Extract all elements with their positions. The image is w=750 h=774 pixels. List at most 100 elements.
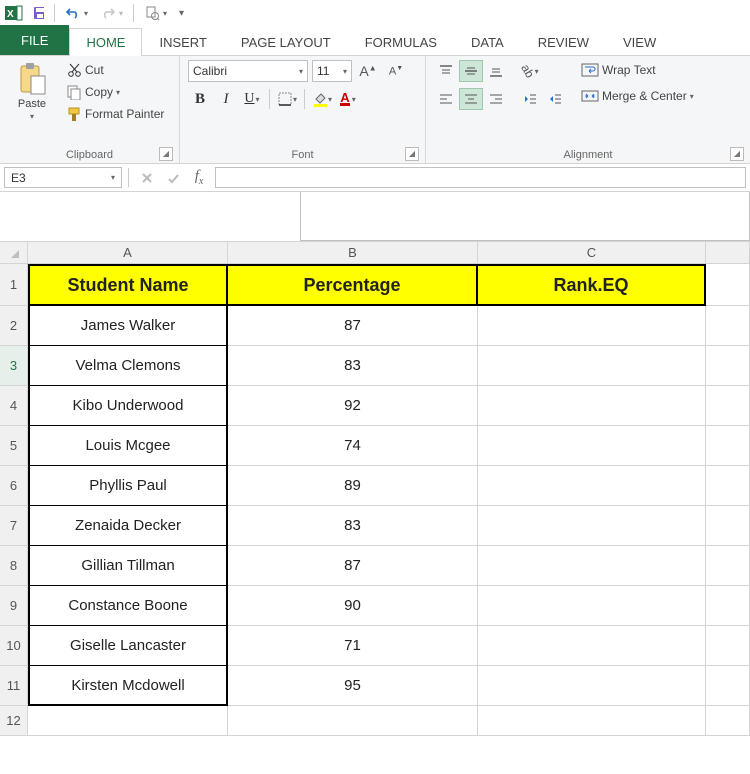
cell-A5[interactable]: Louis Mcgee bbox=[28, 426, 228, 466]
format-painter-button[interactable]: Format Painter bbox=[62, 104, 168, 124]
cell-A9[interactable]: Constance Boone bbox=[28, 586, 228, 626]
decrease-font-button[interactable]: A▼ bbox=[384, 60, 408, 82]
font-size-combo[interactable]: 11▾ bbox=[312, 60, 352, 82]
cell-C3[interactable] bbox=[478, 346, 706, 386]
cell-B11[interactable]: 95 bbox=[228, 666, 478, 706]
increase-indent-button[interactable] bbox=[543, 88, 567, 110]
row-header-5[interactable]: 5 bbox=[0, 426, 28, 466]
merge-center-button[interactable]: Merge & Center▾ bbox=[577, 86, 717, 106]
tab-file[interactable]: FILE bbox=[0, 25, 69, 55]
cell-C9[interactable] bbox=[478, 586, 706, 626]
underline-button[interactable]: U▾ bbox=[240, 88, 264, 110]
cell-A2[interactable]: James Walker bbox=[28, 306, 228, 346]
cell-B1[interactable]: Percentage bbox=[228, 264, 478, 306]
undo-button[interactable]: ▾ bbox=[61, 4, 92, 22]
cell-C7[interactable] bbox=[478, 506, 706, 546]
cancel-formula-button[interactable] bbox=[135, 167, 159, 189]
col-header-A[interactable]: A bbox=[28, 242, 228, 264]
row-header-3[interactable]: 3 bbox=[0, 346, 28, 386]
cell-B2[interactable]: 87 bbox=[228, 306, 478, 346]
row-header-7[interactable]: 7 bbox=[0, 506, 28, 546]
cell-B3[interactable]: 83 bbox=[228, 346, 478, 386]
align-bottom-button[interactable] bbox=[484, 60, 508, 82]
save-icon[interactable] bbox=[28, 3, 48, 23]
cell-D8[interactable] bbox=[706, 546, 750, 586]
cell-B5[interactable]: 74 bbox=[228, 426, 478, 466]
tab-view[interactable]: VIEW bbox=[606, 28, 673, 56]
cell-C1[interactable]: Rank.EQ bbox=[478, 264, 706, 306]
cell-D4[interactable] bbox=[706, 386, 750, 426]
row-header-11[interactable]: 11 bbox=[0, 666, 28, 706]
cell-C8[interactable] bbox=[478, 546, 706, 586]
cell-D12[interactable] bbox=[706, 706, 750, 736]
cell-B6[interactable]: 89 bbox=[228, 466, 478, 506]
bold-button[interactable]: B bbox=[188, 88, 212, 110]
italic-button[interactable]: I bbox=[214, 88, 238, 110]
row-header-6[interactable]: 6 bbox=[0, 466, 28, 506]
cell-C11[interactable] bbox=[478, 666, 706, 706]
row-header-1[interactable]: 1 bbox=[0, 264, 28, 306]
customize-qat-button[interactable]: ▾ bbox=[175, 6, 188, 21]
alignment-launcher[interactable]: ◢ bbox=[730, 147, 744, 161]
cell-B12[interactable] bbox=[228, 706, 478, 736]
redo-button[interactable]: ▾ bbox=[96, 4, 127, 22]
cell-C2[interactable] bbox=[478, 306, 706, 346]
insert-function-button[interactable]: fx bbox=[187, 167, 211, 189]
font-launcher[interactable]: ◢ bbox=[405, 147, 419, 161]
cell-A10[interactable]: Giselle Lancaster bbox=[28, 626, 228, 666]
row-header-10[interactable]: 10 bbox=[0, 626, 28, 666]
clipboard-launcher[interactable]: ◢ bbox=[159, 147, 173, 161]
font-name-combo[interactable]: Calibri▾ bbox=[188, 60, 308, 82]
cell-D7[interactable] bbox=[706, 506, 750, 546]
cell-B7[interactable]: 83 bbox=[228, 506, 478, 546]
cell-A7[interactable]: Zenaida Decker bbox=[28, 506, 228, 546]
col-header-B[interactable]: B bbox=[228, 242, 478, 264]
font-color-button[interactable]: A▾ bbox=[336, 88, 360, 110]
cell-D6[interactable] bbox=[706, 466, 750, 506]
cell-C10[interactable] bbox=[478, 626, 706, 666]
print-preview-button[interactable]: ▾ bbox=[140, 3, 171, 23]
cell-A3[interactable]: Velma Clemons bbox=[28, 346, 228, 386]
row-header-8[interactable]: 8 bbox=[0, 546, 28, 586]
row-header-12[interactable]: 12 bbox=[0, 706, 28, 736]
select-all-corner[interactable] bbox=[0, 242, 28, 264]
tab-page-layout[interactable]: PAGE LAYOUT bbox=[224, 28, 348, 56]
cell-D1[interactable] bbox=[706, 264, 750, 306]
cell-A6[interactable]: Phyllis Paul bbox=[28, 466, 228, 506]
row-header-9[interactable]: 9 bbox=[0, 586, 28, 626]
orientation-button[interactable]: ab▾ bbox=[518, 60, 542, 82]
align-left-button[interactable] bbox=[434, 88, 458, 110]
copy-button[interactable]: Copy▾ bbox=[62, 82, 168, 102]
col-header-C[interactable]: C bbox=[478, 242, 706, 264]
borders-button[interactable]: ▾ bbox=[275, 88, 299, 110]
cell-C4[interactable] bbox=[478, 386, 706, 426]
cell-D10[interactable] bbox=[706, 626, 750, 666]
cell-D9[interactable] bbox=[706, 586, 750, 626]
align-middle-button[interactable] bbox=[459, 60, 483, 82]
cell-A1[interactable]: Student Name bbox=[28, 264, 228, 306]
tab-formulas[interactable]: FORMULAS bbox=[348, 28, 454, 56]
row-header-4[interactable]: 4 bbox=[0, 386, 28, 426]
cell-A12[interactable] bbox=[28, 706, 228, 736]
wrap-text-button[interactable]: Wrap Text bbox=[577, 60, 707, 80]
tab-data[interactable]: DATA bbox=[454, 28, 521, 56]
cell-B10[interactable]: 71 bbox=[228, 626, 478, 666]
cell-D3[interactable] bbox=[706, 346, 750, 386]
cell-B4[interactable]: 92 bbox=[228, 386, 478, 426]
cell-D11[interactable] bbox=[706, 666, 750, 706]
cell-B9[interactable]: 90 bbox=[228, 586, 478, 626]
name-box[interactable]: E3 ▾ bbox=[4, 167, 122, 188]
decrease-indent-button[interactable] bbox=[518, 88, 542, 110]
spreadsheet-grid[interactable]: A B C 1 Student Name Percentage Rank.EQ … bbox=[0, 242, 750, 736]
row-header-2[interactable]: 2 bbox=[0, 306, 28, 346]
increase-font-button[interactable]: A▲ bbox=[356, 60, 380, 82]
cell-C12[interactable] bbox=[478, 706, 706, 736]
paste-button[interactable]: Paste ▾ bbox=[8, 60, 56, 123]
align-top-button[interactable] bbox=[434, 60, 458, 82]
tab-home[interactable]: HOME bbox=[69, 28, 142, 56]
formula-bar-expanded-area[interactable] bbox=[300, 192, 750, 241]
tab-review[interactable]: REVIEW bbox=[521, 28, 606, 56]
cell-C5[interactable] bbox=[478, 426, 706, 466]
cell-B8[interactable]: 87 bbox=[228, 546, 478, 586]
cell-A11[interactable]: Kirsten Mcdowell bbox=[28, 666, 228, 706]
